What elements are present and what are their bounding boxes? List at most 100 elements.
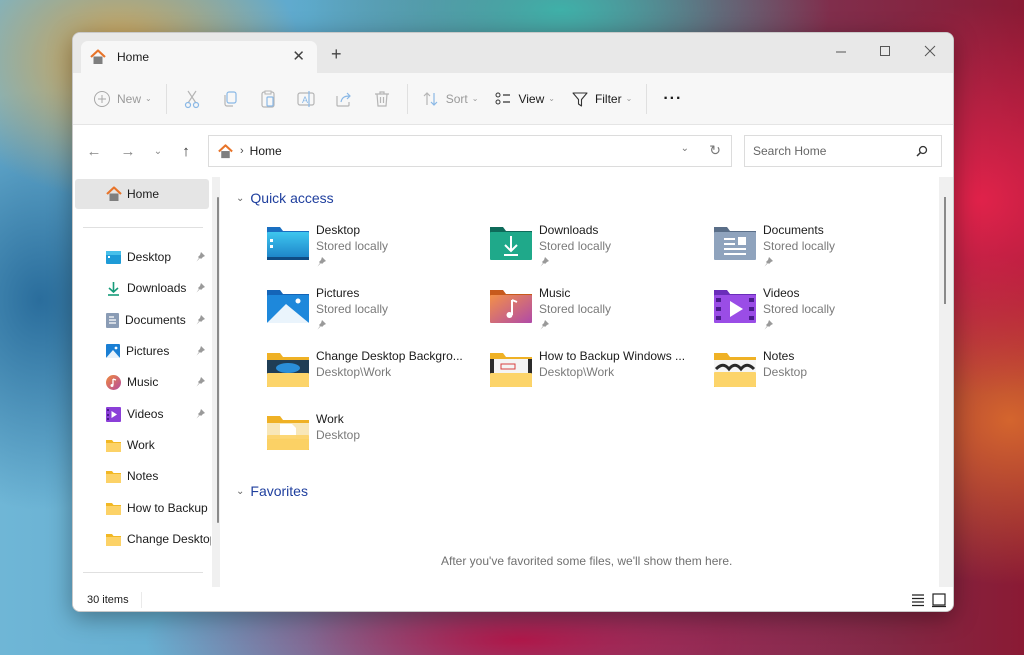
sidebar-item-how-to-backup[interactable]: How to Backup <box>73 494 213 522</box>
quick-access-item-pictures[interactable]: Pictures Stored locally <box>266 286 486 342</box>
back-button[interactable]: ← <box>83 141 105 161</box>
sidebar-scrollbar-thumb[interactable] <box>217 197 219 523</box>
trash-icon <box>374 90 389 107</box>
sort-icon <box>423 91 438 106</box>
status-bar: 30 items <box>73 587 953 611</box>
new-button[interactable]: New ⌄ <box>85 82 160 116</box>
forward-button[interactable]: → <box>117 141 139 161</box>
home-icon <box>218 143 233 158</box>
view-button[interactable]: View ⌄ <box>486 82 563 116</box>
close-tab-icon[interactable]: ✕ <box>292 47 305 65</box>
desktop-folder-icon <box>267 227 309 260</box>
maximize-button[interactable] <box>865 39 905 63</box>
quick-access-item-downloads[interactable]: Downloads Stored locally <box>489 223 709 279</box>
quick-access-item-videos[interactable]: Videos Stored locally <box>713 286 933 342</box>
sidebar-item-videos[interactable]: Videos <box>73 400 213 428</box>
sidebar-divider <box>83 572 203 573</box>
quick-access-item-documents[interactable]: Documents Stored locally <box>713 223 933 279</box>
command-bar: New ⌄ A Sort ⌄ View ⌄ Filter ⌄ ··· <box>73 73 953 125</box>
cut-button[interactable] <box>173 82 211 116</box>
folder-icon <box>106 470 121 483</box>
quick-access-item-music[interactable]: Music Stored locally <box>489 286 709 342</box>
quick-access-item-notes[interactable]: Notes Desktop <box>713 349 933 405</box>
title-bar: Home ✕ + <box>73 33 953 73</box>
section-favorites[interactable]: ⌄ Favorites <box>236 483 308 499</box>
share-button[interactable] <box>325 82 363 116</box>
delete-button[interactable] <box>363 82 401 116</box>
rename-button[interactable]: A <box>287 82 325 116</box>
clipboard-icon <box>261 90 275 108</box>
chevron-down-icon: ⌄ <box>153 145 163 157</box>
sort-label: Sort <box>445 91 468 106</box>
minimize-button[interactable] <box>821 39 861 63</box>
sidebar-item-downloads[interactable]: Downloads <box>73 274 213 302</box>
section-quick-access[interactable]: ⌄ Quick access <box>236 190 334 206</box>
navigation-bar: ← → ⌄ ↑ › Home ⌄ ↻ <box>73 125 953 177</box>
file-explorer-window: Home ✕ + New ⌄ A Sort ⌄ View ⌄ Filter ⌄ … <box>72 32 954 612</box>
address-bar[interactable]: › Home ⌄ ↻ <box>208 135 732 167</box>
pin-icon[interactable] <box>195 408 206 419</box>
home-icon <box>106 186 122 201</box>
quick-access-item-how-to-backup-windows[interactable]: How to Backup Windows ... Desktop\Work <box>489 349 709 405</box>
recent-locations-button[interactable]: ⌄ <box>147 141 169 161</box>
view-icon <box>495 92 511 104</box>
pin-icon[interactable] <box>195 345 206 356</box>
folder-icon <box>106 533 121 546</box>
sidebar-item-desktop[interactable]: Desktop <box>73 243 213 271</box>
tiles-view-icon[interactable] <box>931 592 947 608</box>
close-window-button[interactable] <box>910 39 950 63</box>
breadcrumb-home[interactable]: Home <box>250 144 282 158</box>
pin-icon[interactable] <box>195 282 206 293</box>
content-scrollbar[interactable] <box>939 177 953 587</box>
filter-button[interactable]: Filter ⌄ <box>563 82 640 116</box>
favorites-empty-message: After you've favorited some files, we'll… <box>441 554 733 568</box>
address-history-dropdown[interactable]: ⌄ <box>681 143 689 154</box>
search-input[interactable] <box>753 144 903 158</box>
tab-home[interactable]: Home ✕ <box>81 41 317 73</box>
downloads-icon <box>108 281 119 296</box>
folder-thumbnail-icon <box>490 353 532 387</box>
minimize-icon <box>836 51 846 53</box>
sidebar-item-change-desktop[interactable]: Change Desktop <box>73 525 213 553</box>
pin-icon[interactable] <box>195 251 206 262</box>
details-view-icon[interactable] <box>910 592 926 608</box>
svg-text:A: A <box>302 95 308 105</box>
sort-button[interactable]: Sort ⌄ <box>414 82 487 116</box>
up-button[interactable]: ↑ <box>175 141 197 161</box>
chevron-down-icon: ⌄ <box>236 485 245 497</box>
desktop-folder-icon <box>106 250 121 264</box>
pin-icon <box>540 320 549 330</box>
refresh-icon[interactable]: ↻ <box>709 142 721 159</box>
close-icon <box>924 45 936 57</box>
sidebar-item-home[interactable]: Home <box>75 179 209 209</box>
copy-button[interactable] <box>211 82 249 116</box>
quick-access-item-change-desktop-background[interactable]: Change Desktop Backgro... Desktop\Work <box>266 349 486 405</box>
chevron-down-icon: ⌄ <box>548 94 555 103</box>
quick-access-item-work[interactable]: Work Desktop <box>266 412 486 468</box>
search-box[interactable] <box>744 135 942 167</box>
sidebar-item-notes[interactable]: Notes <box>73 462 213 490</box>
chevron-down-icon: ⌄ <box>145 94 152 103</box>
content-scrollbar-thumb[interactable] <box>944 197 946 304</box>
new-label: New <box>117 91 142 106</box>
pin-icon[interactable] <box>195 314 206 325</box>
sidebar-item-pictures[interactable]: Pictures <box>73 337 213 365</box>
new-tab-button[interactable]: + <box>331 45 342 63</box>
folder-thumbnail-icon <box>267 416 309 450</box>
pin-icon <box>764 320 773 330</box>
folder-thumbnail-icon <box>267 353 309 387</box>
sidebar-item-work[interactable]: Work <box>73 431 213 459</box>
sidebar-item-music[interactable]: Music <box>73 368 213 396</box>
paste-button[interactable] <box>249 82 287 116</box>
pin-icon <box>764 257 773 267</box>
pin-icon[interactable] <box>195 376 206 387</box>
quick-access-item-desktop[interactable]: Desktop Stored locally <box>266 223 486 279</box>
share-icon <box>336 92 351 107</box>
more-options-button[interactable]: ··· <box>653 90 692 108</box>
downloads-folder-icon <box>490 227 532 260</box>
filter-label: Filter <box>594 91 622 106</box>
sidebar-item-documents[interactable]: Documents <box>73 306 213 334</box>
sidebar-home-label: Home <box>127 187 160 201</box>
pictures-icon <box>106 344 120 358</box>
search-icon[interactable] <box>915 144 929 158</box>
